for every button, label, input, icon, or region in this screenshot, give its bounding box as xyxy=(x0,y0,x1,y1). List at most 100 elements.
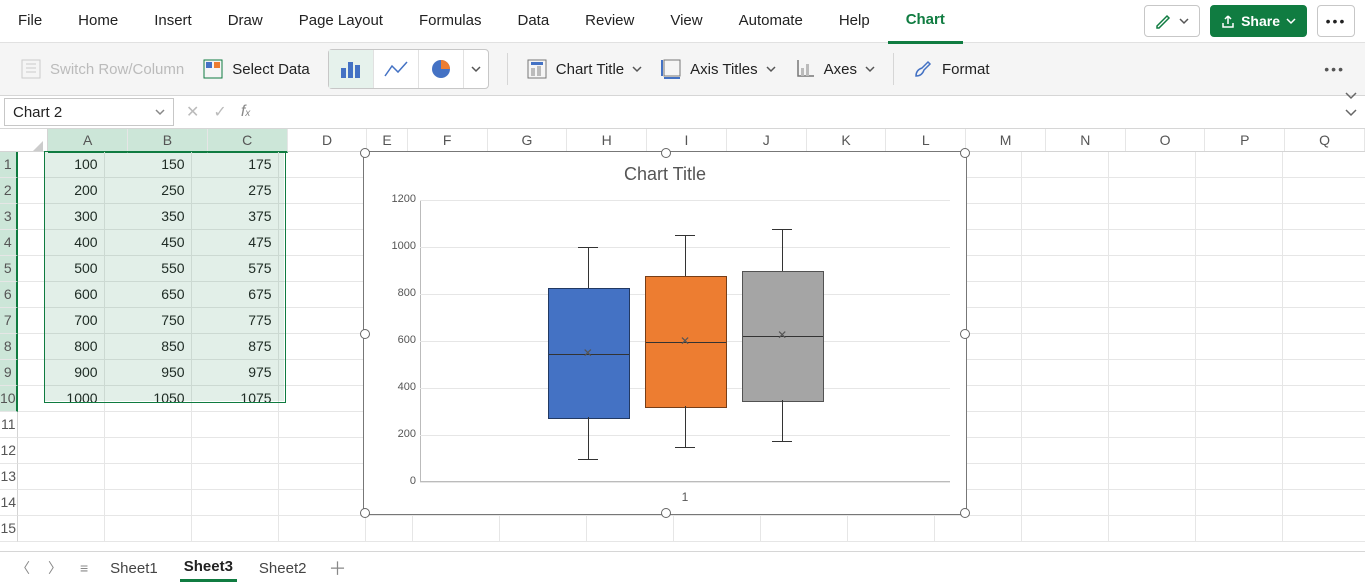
cell-B7[interactable]: 750 xyxy=(105,308,192,334)
chart-plot-area[interactable]: 020040060080010001200 1 ✕✕✕ xyxy=(420,200,950,482)
cell-M2[interactable] xyxy=(1022,178,1109,204)
cell-P2[interactable] xyxy=(1283,178,1365,204)
cell-M4[interactable] xyxy=(1022,230,1109,256)
cell-P4[interactable] xyxy=(1283,230,1365,256)
cell-M9[interactable] xyxy=(1022,360,1109,386)
share-button[interactable]: Share xyxy=(1210,5,1307,37)
cell-D8[interactable] xyxy=(279,334,366,360)
cell-B5[interactable]: 550 xyxy=(105,256,192,282)
cell-G15[interactable] xyxy=(500,516,587,542)
cell-M12[interactable] xyxy=(1022,438,1109,464)
spreadsheet-grid[interactable]: ABCDEFGHIJKLMNOPQ 123456789101112131415 … xyxy=(0,129,1365,567)
tab-automate[interactable]: Automate xyxy=(721,0,821,42)
cell-A10[interactable]: 1000 xyxy=(18,386,105,412)
formula-expand[interactable] xyxy=(1337,107,1365,117)
cell-A9[interactable]: 900 xyxy=(18,360,105,386)
column-header-C[interactable]: C xyxy=(208,129,288,153)
cell-B6[interactable]: 650 xyxy=(105,282,192,308)
column-header-O[interactable]: O xyxy=(1126,129,1206,151)
row-header-8[interactable]: 8 xyxy=(0,334,18,360)
cell-N5[interactable] xyxy=(1109,256,1196,282)
sheet-tab-sheet1[interactable]: Sheet1 xyxy=(106,556,162,581)
tab-formulas[interactable]: Formulas xyxy=(401,0,500,42)
resize-handle[interactable] xyxy=(960,508,970,518)
cell-D15[interactable] xyxy=(279,516,366,542)
cell-M13[interactable] xyxy=(1022,464,1109,490)
cell-C15[interactable] xyxy=(192,516,279,542)
cell-B10[interactable]: 1050 xyxy=(105,386,192,412)
cell-A8[interactable]: 800 xyxy=(18,334,105,360)
cell-A15[interactable] xyxy=(18,516,105,542)
cell-P14[interactable] xyxy=(1283,490,1365,516)
cell-N15[interactable] xyxy=(1109,516,1196,542)
ribbon-overflow[interactable]: ••• xyxy=(1324,61,1345,77)
enter-icon[interactable]: ✓ xyxy=(213,102,226,122)
fx-icon[interactable]: fx xyxy=(241,103,250,121)
column-header-N[interactable]: N xyxy=(1046,129,1126,151)
cell-C13[interactable] xyxy=(192,464,279,490)
cell-J15[interactable] xyxy=(761,516,848,542)
cell-D1[interactable] xyxy=(279,152,366,178)
tab-view[interactable]: View xyxy=(652,0,720,42)
row-header-7[interactable]: 7 xyxy=(0,308,18,334)
cell-C6[interactable]: 675 xyxy=(192,282,279,308)
cell-D10[interactable] xyxy=(279,386,366,412)
select-all-corner[interactable] xyxy=(0,129,48,151)
cell-C14[interactable] xyxy=(192,490,279,516)
ribbon-collapse[interactable] xyxy=(1345,90,1357,100)
cell-M8[interactable] xyxy=(1022,334,1109,360)
cell-C8[interactable]: 875 xyxy=(192,334,279,360)
cell-A14[interactable] xyxy=(18,490,105,516)
row-header-2[interactable]: 2 xyxy=(0,178,18,204)
cell-B2[interactable]: 250 xyxy=(105,178,192,204)
column-header-J[interactable]: J xyxy=(727,129,807,151)
cell-P3[interactable] xyxy=(1283,204,1365,230)
row-header-14[interactable]: 14 xyxy=(0,490,18,516)
cell-P11[interactable] xyxy=(1283,412,1365,438)
cell-D13[interactable] xyxy=(279,464,366,490)
cell-N3[interactable] xyxy=(1109,204,1196,230)
cell-P15[interactable] xyxy=(1283,516,1365,542)
cell-N10[interactable] xyxy=(1109,386,1196,412)
cell-A7[interactable]: 700 xyxy=(18,308,105,334)
row-header-6[interactable]: 6 xyxy=(0,282,18,308)
column-header-D[interactable]: D xyxy=(288,129,368,151)
cell-P13[interactable] xyxy=(1283,464,1365,490)
row-header-12[interactable]: 12 xyxy=(0,438,18,464)
cell-C9[interactable]: 975 xyxy=(192,360,279,386)
cell-D3[interactable] xyxy=(279,204,366,230)
name-box[interactable]: Chart 2 xyxy=(4,98,174,126)
cell-L15[interactable] xyxy=(935,516,1022,542)
cell-N9[interactable] xyxy=(1109,360,1196,386)
column-header-B[interactable]: B xyxy=(128,129,208,153)
cell-O7[interactable] xyxy=(1196,308,1283,334)
cell-O4[interactable] xyxy=(1196,230,1283,256)
cell-C1[interactable]: 175 xyxy=(192,152,279,178)
column-header-H[interactable]: H xyxy=(567,129,647,151)
cell-M14[interactable] xyxy=(1022,490,1109,516)
row-header-15[interactable]: 15 xyxy=(0,516,18,542)
cell-P8[interactable] xyxy=(1283,334,1365,360)
axes-button[interactable]: Axes xyxy=(794,58,875,80)
cell-M7[interactable] xyxy=(1022,308,1109,334)
row-header-11[interactable]: 11 xyxy=(0,412,18,438)
cell-O6[interactable] xyxy=(1196,282,1283,308)
cell-I15[interactable] xyxy=(674,516,761,542)
cell-B13[interactable] xyxy=(105,464,192,490)
cell-N13[interactable] xyxy=(1109,464,1196,490)
cell-C2[interactable]: 275 xyxy=(192,178,279,204)
tab-chart[interactable]: Chart xyxy=(888,0,963,44)
chart-object[interactable]: Chart Title 020040060080010001200 1 ✕✕✕ xyxy=(363,151,967,515)
resize-handle[interactable] xyxy=(360,148,370,158)
cell-E15[interactable] xyxy=(366,516,413,542)
cell-N14[interactable] xyxy=(1109,490,1196,516)
format-button[interactable]: Format xyxy=(912,58,990,80)
cell-B1[interactable]: 150 xyxy=(105,152,192,178)
cell-O11[interactable] xyxy=(1196,412,1283,438)
cell-B9[interactable]: 950 xyxy=(105,360,192,386)
cell-M6[interactable] xyxy=(1022,282,1109,308)
tab-draw[interactable]: Draw xyxy=(210,0,281,42)
cell-D12[interactable] xyxy=(279,438,366,464)
row-header-5[interactable]: 5 xyxy=(0,256,18,282)
cell-M3[interactable] xyxy=(1022,204,1109,230)
